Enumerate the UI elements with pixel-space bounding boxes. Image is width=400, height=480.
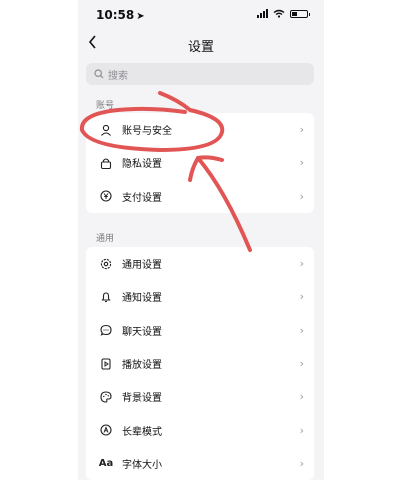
chevron-right-icon: ›	[299, 456, 304, 470]
settings-item-payment[interactable]: 支付设置 ›	[86, 180, 314, 213]
section-title-general: 通用	[96, 234, 115, 244]
search-icon	[94, 69, 104, 79]
section-title-account: 账号	[96, 101, 115, 111]
status-time: 10:58 ➤	[96, 8, 145, 22]
settings-item-label: 字体大小	[122, 459, 162, 471]
status-time-text: 10:58	[96, 8, 135, 22]
settings-item-label: 账号与安全	[122, 126, 172, 138]
person-icon	[98, 122, 114, 138]
settings-item-label: 通用设置	[122, 260, 162, 272]
chevron-right-icon: ›	[299, 156, 304, 170]
chevron-right-icon: ›	[299, 323, 304, 337]
settings-item-label: 隐私设置	[122, 159, 162, 171]
chevron-right-icon: ›	[299, 257, 304, 271]
palette-icon	[98, 389, 114, 405]
settings-item-account-security[interactable]: 账号与安全 ›	[86, 113, 314, 146]
chat-icon	[98, 322, 114, 338]
settings-item-label: 背景设置	[122, 393, 162, 405]
bell-icon	[98, 289, 114, 305]
font-size-icon: Aa	[98, 457, 114, 469]
settings-item-label: 播放设置	[122, 360, 162, 372]
chevron-right-icon: ›	[299, 357, 304, 371]
chevron-right-icon: ›	[299, 390, 304, 404]
chevron-right-icon: ›	[299, 189, 304, 203]
settings-item-general[interactable]: 通用设置 ›	[86, 247, 314, 280]
general-settings-card: 通用设置 › 通知设置 › 聊天设置 › 播放设置 › 背景设置 › 长辈模式 …	[86, 247, 314, 480]
page-title: 设置	[187, 40, 214, 55]
settings-item-label: 通知设置	[122, 293, 162, 305]
yen-icon	[98, 188, 114, 204]
settings-item-label: 长辈模式	[122, 426, 162, 438]
settings-item-label: 聊天设置	[122, 326, 162, 338]
play-icon	[98, 356, 114, 372]
settings-item-font-size[interactable]: Aa 字体大小 ›	[86, 447, 314, 480]
battery-icon	[290, 9, 310, 18]
chevron-right-icon: ›	[299, 123, 304, 137]
chevron-right-icon: ›	[299, 290, 304, 304]
elder-mode-icon	[98, 422, 114, 438]
settings-item-privacy[interactable]: 隐私设置 ›	[86, 146, 314, 179]
settings-item-label: 支付设置	[122, 192, 162, 204]
settings-item-elder-mode[interactable]: 长辈模式 ›	[86, 413, 314, 446]
settings-item-background[interactable]: 背景设置 ›	[86, 380, 314, 413]
chevron-right-icon: ›	[299, 423, 304, 437]
lock-icon	[98, 155, 114, 171]
location-arrow-icon: ➤	[136, 11, 145, 22]
account-settings-card: 账号与安全 › 隐私设置 › 支付设置 ›	[86, 113, 314, 213]
wifi-icon	[273, 9, 285, 18]
settings-item-playback[interactable]: 播放设置 ›	[86, 347, 314, 380]
gear-icon	[98, 256, 114, 272]
search-placeholder: 搜索	[108, 70, 128, 82]
cellular-signal-icon	[257, 9, 268, 18]
search-input[interactable]: 搜索	[86, 63, 314, 85]
settings-item-chat[interactable]: 聊天设置 ›	[86, 314, 314, 347]
settings-item-notifications[interactable]: 通知设置 ›	[86, 280, 314, 313]
phone-screen: 10:58 ➤ 设置 搜索 账号 账号与安全 › 隐私设置 › 支付设置 › 通…	[78, 0, 324, 480]
status-indicators	[257, 9, 310, 18]
